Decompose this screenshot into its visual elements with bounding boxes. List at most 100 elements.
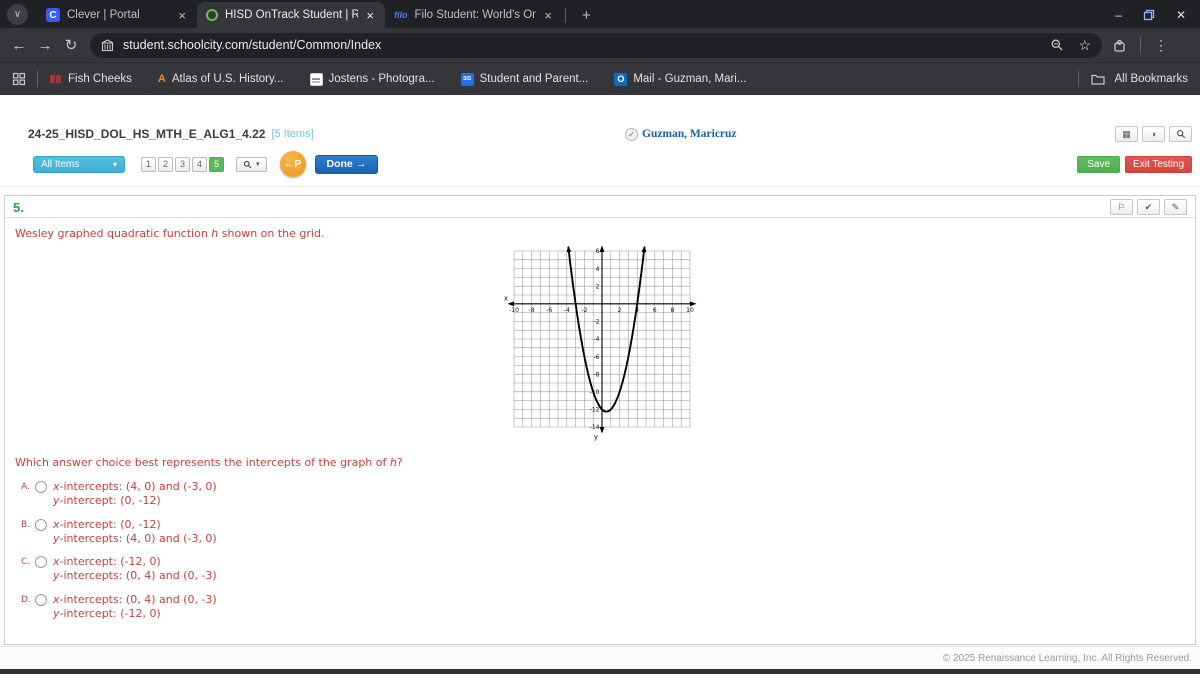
bookmarks-separator (1077, 71, 1079, 87)
browser-tab-strip: ∨ C Clever | Portal × HISD OnTrack Stude… (0, 0, 1200, 28)
answer-eliminator-button[interactable]: ✔ (1137, 199, 1160, 215)
previous-item-button[interactable]: ←P (279, 151, 306, 177)
bookmark-label: Atlas of U.S. History... (171, 73, 284, 85)
restore-window-button[interactable] (1143, 9, 1155, 21)
filo-favicon-icon: filo (394, 10, 408, 20)
test-header: 24-25_HISD_DOL_HS_MTH_E_ALG1_4.22 [5 Ite… (0, 95, 1200, 187)
test-header-title-row: 24-25_HISD_DOL_HS_MTH_E_ALG1_4.22 [5 Ite… (28, 125, 1192, 143)
tab-hisd-ontrack[interactable]: HISD OnTrack Student | Renais × (197, 2, 385, 28)
save-exit-group: Save Exit Testing (1077, 155, 1192, 173)
edit-icon: ✎ (1171, 201, 1180, 212)
close-tab-icon[interactable]: × (176, 8, 188, 23)
question-prompt: Wesley graphed quadratic function h show… (15, 227, 325, 240)
contrast-button[interactable]: ◑ (1142, 126, 1165, 142)
atlas-favicon-icon: A (157, 73, 166, 85)
choice-a[interactable]: A. x-intercepts: (4, 0) and (-3, 0) y-in… (21, 480, 1185, 509)
bookmark-fish-cheeks[interactable]: Fish Cheeks (49, 73, 132, 85)
choice-letter: C. (21, 557, 31, 568)
item-page-2[interactable]: 2 (158, 156, 173, 172)
all-items-dropdown[interactable]: All Items ▾ (33, 155, 125, 173)
item-search-dropdown[interactable]: ▾ (236, 156, 267, 172)
bookmark-student-parent[interactable]: SIS Student and Parent... (460, 72, 588, 86)
svg-text:-4: -4 (564, 307, 570, 314)
svg-text:x: x (504, 294, 508, 302)
forward-icon[interactable]: → (32, 37, 58, 54)
choice-text: x-intercepts: (0, 4) and (0, -3) y-inter… (53, 592, 217, 621)
close-tab-icon[interactable]: × (364, 8, 376, 23)
exit-testing-button[interactable]: Exit Testing (1125, 155, 1192, 173)
book-icon (50, 74, 61, 83)
svg-text:2: 2 (596, 283, 600, 290)
new-tab-button[interactable]: + (578, 7, 595, 24)
choice-d-radio[interactable] (35, 593, 47, 606)
svg-text:y: y (594, 433, 598, 441)
bookmark-label: Fish Cheeks (68, 73, 132, 85)
magnifier-icon (243, 160, 252, 168)
function-graph: -10 -8 -6 -4 -2 2 4 6 8 10642-2-4-6-8-10-12-14xy (504, 245, 697, 441)
question-number: 5. (13, 199, 24, 215)
bookmark-star-icon[interactable]: ☆ (1078, 37, 1091, 54)
done-button[interactable]: Done → (314, 154, 379, 174)
choice-c[interactable]: C. x-intercept: (-12, 0) y-intercepts: (… (21, 555, 1185, 584)
item-pagination: 1 2 3 4 5 (141, 156, 224, 172)
student-identity: ✔ Guzman, Maricruz (625, 127, 737, 141)
close-tab-icon[interactable]: × (542, 8, 554, 23)
tab-clever-portal[interactable]: C Clever | Portal × (37, 2, 197, 28)
svg-text:10: 10 (686, 307, 694, 314)
choice-c-radio[interactable] (35, 556, 47, 569)
all-bookmarks-button[interactable]: All Bookmarks (1115, 73, 1189, 85)
calculator-button[interactable]: ▦ (1115, 126, 1138, 142)
question-tool-buttons: ⚐ ✔ ✎ (1110, 199, 1187, 215)
bookmark-outlook-mail[interactable]: O Mail - Guzman, Mari... (614, 72, 747, 86)
browser-toolbar: ← → ↻ student.schoolcity.com/student/Com… (0, 28, 1200, 62)
magnifier-button[interactable] (1169, 126, 1192, 142)
bookmark-jostens[interactable]: Jostens - Photogra... (309, 72, 435, 86)
flag-item-button[interactable]: ⚐ (1110, 199, 1133, 215)
minimize-window-button[interactable]: – (1115, 8, 1122, 22)
svg-text:-4: -4 (594, 336, 600, 343)
apps-grid-icon[interactable] (12, 72, 26, 86)
choice-a-radio[interactable] (35, 481, 47, 493)
zoom-icon[interactable] (1050, 38, 1064, 52)
site-info-building-icon[interactable] (101, 38, 114, 52)
choice-letter: B. (21, 519, 31, 530)
choice-b[interactable]: B. x-intercept: (0, -12) y-intercepts: (… (21, 518, 1185, 547)
svg-text:4: 4 (596, 266, 600, 273)
save-button[interactable]: Save (1077, 155, 1121, 173)
item-page-3[interactable]: 3 (175, 156, 190, 172)
ontrack-favicon-icon (206, 9, 218, 21)
tab-title: HISD OnTrack Student | Renais (225, 9, 359, 21)
back-icon[interactable]: ← (6, 37, 32, 54)
extensions-icon[interactable] (1112, 38, 1127, 53)
choice-d[interactable]: D. x-intercepts: (0, 4) and (0, -3) y-in… (21, 593, 1185, 622)
close-window-button[interactable]: ✕ (1176, 8, 1186, 22)
bookmark-label: Mail - Guzman, Mari... (633, 73, 747, 85)
question-body: Wesley graphed quadratic function h show… (5, 218, 1195, 621)
clever-favicon-icon: C (46, 8, 60, 22)
url-bar[interactable]: student.schoolcity.com/student/Common/In… (90, 32, 1102, 58)
choice-b-radio[interactable] (35, 518, 47, 531)
item-page-4[interactable]: 4 (192, 156, 207, 172)
svg-text:6: 6 (596, 248, 600, 255)
test-header-controls-row: All Items ▾ 1 2 3 4 5 ▾ ←P Done → Save E… (28, 151, 1192, 177)
svg-text:-14: -14 (590, 424, 600, 431)
notepad-button[interactable]: ✎ (1164, 199, 1187, 215)
items-count-badge: [5 Items] (271, 128, 314, 140)
choice-letter: D. (21, 594, 31, 605)
window-controls: – ✕ (1115, 8, 1200, 28)
svg-text:6: 6 (653, 307, 657, 314)
tab-filo-student[interactable]: filo Filo Student: World's Only Live × (385, 2, 563, 28)
chrome-menu-icon[interactable]: ⋮ (1154, 37, 1168, 54)
item-page-5-active[interactable]: 5 (209, 156, 224, 172)
test-title: 24-25_HISD_DOL_HS_MTH_E_ALG1_4.22 (28, 127, 266, 141)
svg-text:-8: -8 (529, 307, 535, 314)
reload-icon[interactable]: ↻ (58, 36, 84, 54)
item-page-1[interactable]: 1 (141, 156, 156, 172)
check-icon: ✔ (1144, 201, 1153, 212)
bookmark-atlas-history[interactable]: A Atlas of U.S. History... (158, 73, 284, 85)
choice-text: x-intercept: (-12, 0) y-intercepts: (0, … (53, 555, 217, 583)
choice-text: x-intercepts: (4, 0) and (-3, 0) y-inter… (53, 480, 217, 508)
tab-search-button[interactable]: ∨ (7, 4, 28, 25)
url-text: student.schoolcity.com/student/Common/In… (123, 38, 382, 52)
bookmarks-separator (37, 71, 38, 87)
